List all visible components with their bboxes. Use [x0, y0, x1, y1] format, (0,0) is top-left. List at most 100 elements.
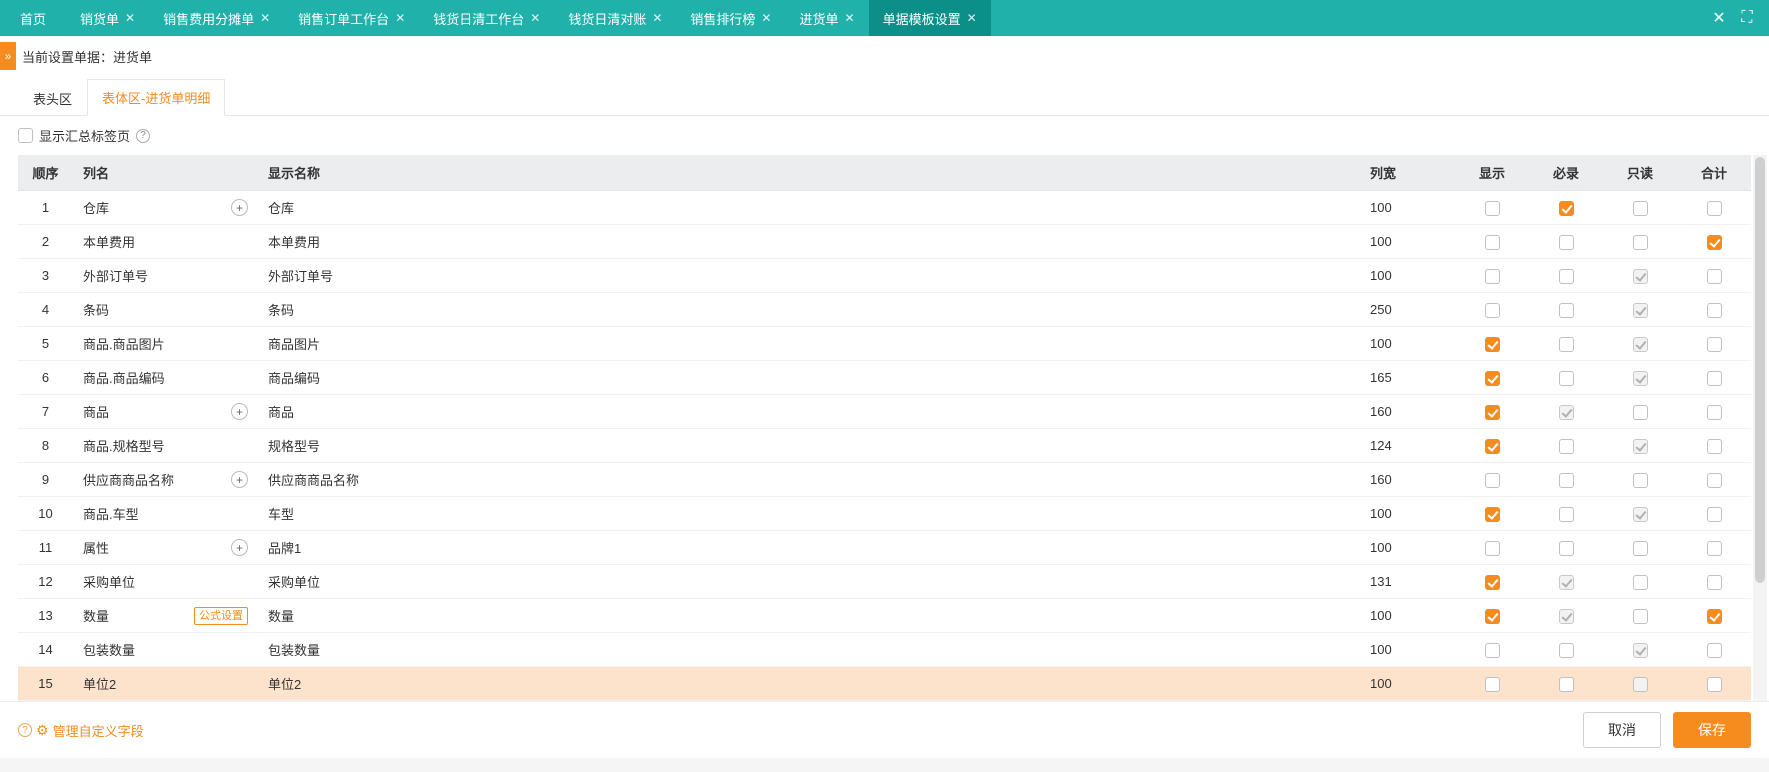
checkbox[interactable] — [1707, 235, 1722, 250]
checkbox[interactable] — [1707, 337, 1722, 352]
table-row[interactable]: 11属性+品牌1100 — [18, 531, 1751, 565]
top-tab[interactable]: 钱货日清对账✕ — [554, 0, 676, 36]
table-row[interactable]: 3外部订单号外部订单号100 — [18, 259, 1751, 293]
checkbox[interactable] — [1485, 303, 1500, 318]
table-row[interactable]: 7商品+商品160 — [18, 395, 1751, 429]
checkbox[interactable] — [1707, 405, 1722, 420]
table-row[interactable]: 12采购单位采购单位131 — [18, 565, 1751, 599]
checkbox[interactable] — [1633, 575, 1648, 590]
checkbox[interactable] — [1633, 371, 1648, 386]
checkbox[interactable] — [1485, 541, 1500, 556]
cell-display[interactable]: 本单费用 — [258, 225, 1360, 259]
checkbox[interactable] — [1559, 643, 1574, 658]
checkbox[interactable] — [1707, 575, 1722, 590]
checkbox[interactable] — [1559, 269, 1574, 284]
cell-width[interactable]: 160 — [1360, 463, 1455, 497]
checkbox[interactable] — [1485, 371, 1500, 386]
cell-width[interactable]: 100 — [1360, 327, 1455, 361]
checkbox[interactable] — [1559, 303, 1574, 318]
table-row[interactable]: 10商品.车型车型100 — [18, 497, 1751, 531]
checkbox[interactable] — [1559, 201, 1574, 216]
cell-display[interactable]: 条码 — [258, 293, 1360, 327]
table-scrollbar[interactable] — [1753, 155, 1767, 701]
table-row[interactable]: 5商品.商品图片商品图片100 — [18, 327, 1751, 361]
checkbox[interactable] — [1485, 337, 1500, 352]
checkbox[interactable] — [1559, 405, 1574, 420]
manage-custom-fields-link[interactable]: ? ⚙ 管理自定义字段 — [18, 721, 144, 740]
checkbox[interactable] — [1633, 643, 1648, 658]
tab-close-icon[interactable]: ✕ — [260, 12, 270, 24]
sub-tab[interactable]: 表头区 — [18, 80, 87, 116]
tab-close-icon[interactable]: ✕ — [530, 12, 540, 24]
cell-display[interactable]: 商品图片 — [258, 327, 1360, 361]
checkbox[interactable] — [1559, 337, 1574, 352]
checkbox[interactable] — [1707, 609, 1722, 624]
cell-display[interactable]: 品牌1 — [258, 531, 1360, 565]
cell-display[interactable]: 数量 — [258, 599, 1360, 633]
cell-width[interactable]: 100 — [1360, 531, 1455, 565]
cell-display[interactable]: 车型 — [258, 497, 1360, 531]
cell-display[interactable]: 外部订单号 — [258, 259, 1360, 293]
table-row[interactable]: 8商品.规格型号规格型号124 — [18, 429, 1751, 463]
save-button[interactable]: 保存 — [1673, 712, 1751, 748]
top-tab[interactable]: 进货单✕ — [785, 0, 868, 36]
cancel-button[interactable]: 取消 — [1583, 712, 1661, 748]
cell-display[interactable]: 商品编码 — [258, 361, 1360, 395]
checkbox[interactable] — [1485, 235, 1500, 250]
top-tab[interactable]: 销售订单工作台✕ — [284, 0, 419, 36]
summary-help-icon[interactable]: ? — [136, 129, 150, 143]
table-row[interactable]: 15单位2单位2100 — [18, 667, 1751, 701]
cell-width[interactable]: 100 — [1360, 633, 1455, 667]
checkbox[interactable] — [1707, 643, 1722, 658]
checkbox[interactable] — [1707, 677, 1722, 692]
checkbox[interactable] — [1707, 201, 1722, 216]
checkbox[interactable] — [1485, 269, 1500, 284]
checkbox[interactable] — [1633, 541, 1648, 556]
checkbox[interactable] — [1707, 507, 1722, 522]
checkbox[interactable] — [1485, 609, 1500, 624]
sub-tab[interactable]: 表体区-进货单明细 — [87, 79, 225, 116]
checkbox[interactable] — [1485, 575, 1500, 590]
top-tab[interactable]: 销售费用分摊单✕ — [149, 0, 284, 36]
checkbox[interactable] — [1485, 643, 1500, 658]
cell-width[interactable]: 100 — [1360, 259, 1455, 293]
top-tab[interactable]: 钱货日清工作台✕ — [419, 0, 554, 36]
checkbox[interactable] — [1485, 507, 1500, 522]
checkbox[interactable] — [1633, 201, 1648, 216]
tab-close-icon[interactable]: ✕ — [395, 12, 405, 24]
cell-display[interactable]: 包装数量 — [258, 633, 1360, 667]
checkbox[interactable] — [1707, 541, 1722, 556]
tab-close-icon[interactable]: ✕ — [845, 12, 855, 24]
table-row[interactable]: 13数量公式设置数量100 — [18, 599, 1751, 633]
tab-close-icon[interactable]: ✕ — [967, 12, 977, 24]
top-tab[interactable]: 销货单✕ — [66, 0, 149, 36]
checkbox[interactable] — [1633, 507, 1648, 522]
checkbox[interactable] — [1485, 677, 1500, 692]
cell-display[interactable]: 商品 — [258, 395, 1360, 429]
cell-width[interactable]: 100 — [1360, 599, 1455, 633]
cell-display[interactable]: 采购单位 — [258, 565, 1360, 599]
checkbox[interactable] — [1559, 609, 1574, 624]
tab-close-icon[interactable]: ✕ — [125, 12, 135, 24]
add-icon[interactable]: + — [231, 199, 248, 216]
top-tab[interactable]: 首页 — [0, 0, 66, 36]
checkbox[interactable] — [1633, 405, 1648, 420]
checkbox[interactable] — [1559, 439, 1574, 454]
expand-chevron-icon[interactable]: » — [0, 42, 16, 70]
checkbox[interactable] — [1559, 677, 1574, 692]
checkbox[interactable] — [1633, 337, 1648, 352]
checkbox[interactable] — [1633, 235, 1648, 250]
checkbox[interactable] — [1707, 473, 1722, 488]
manage-help-icon[interactable]: ? — [18, 723, 32, 737]
table-row[interactable]: 1仓库+仓库100 — [18, 191, 1751, 225]
add-icon[interactable]: + — [231, 403, 248, 420]
checkbox[interactable] — [1707, 371, 1722, 386]
cell-display[interactable]: 单位2 — [258, 667, 1360, 701]
fullscreen-icon[interactable]: ⛶ — [1733, 4, 1761, 32]
checkbox[interactable] — [1633, 439, 1648, 454]
checkbox[interactable] — [1485, 405, 1500, 420]
checkbox[interactable] — [1707, 439, 1722, 454]
cell-width[interactable]: 165 — [1360, 361, 1455, 395]
checkbox[interactable] — [1707, 303, 1722, 318]
checkbox[interactable] — [1485, 439, 1500, 454]
